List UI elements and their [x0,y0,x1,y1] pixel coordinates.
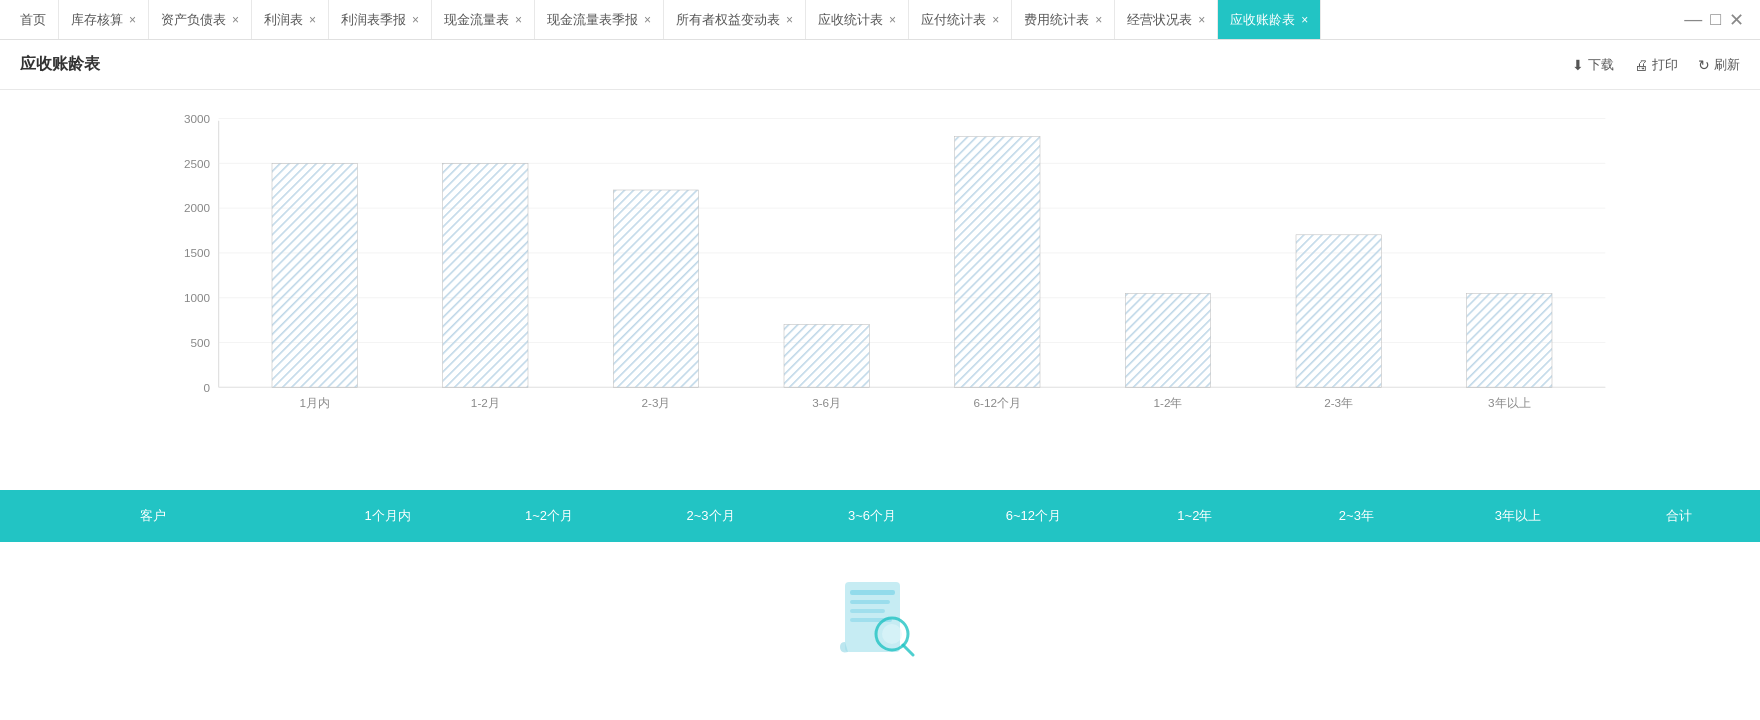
tab-cashflow-quarterly-label: 现金流量表季报 [547,11,638,29]
refresh-label: 刷新 [1714,56,1740,74]
tab-equity-label: 所有者权益变动表 [676,11,780,29]
tab-operation-label: 经营状况表 [1127,11,1192,29]
svg-text:3年以上: 3年以上 [1488,396,1531,409]
chart-area: 0 500 1000 1500 2000 2500 3000 1月内 [0,90,1760,490]
download-button[interactable]: ⬇ 下载 [1572,56,1614,74]
tab-receivable-stat-label: 应收统计表 [818,11,883,29]
tab-payable-stat-label: 应付统计表 [921,11,986,29]
svg-text:2-3年: 2-3年 [1324,396,1353,409]
empty-state [0,542,1760,672]
main-content: 0 500 1000 1500 2000 2500 3000 1月内 [0,90,1760,720]
tab-equity-close[interactable]: × [786,13,793,27]
col-2-3year: 2~3年 [1276,507,1437,525]
tab-cashflow-quarterly-close[interactable]: × [644,13,651,27]
print-label: 打印 [1652,56,1678,74]
window-actions: — □ ✕ [1684,9,1752,31]
svg-text:500: 500 [191,336,211,349]
tab-profit-close[interactable]: × [309,13,316,27]
tab-inventory-label: 库存核算 [71,11,123,29]
col-3plus-year: 3年以上 [1437,507,1598,525]
tab-home-label: 首页 [20,11,46,29]
tab-inventory[interactable]: 库存核算 × [59,0,149,40]
refresh-icon: ↻ [1698,57,1710,73]
svg-line-32 [903,645,913,655]
bar-3 [613,190,698,387]
svg-rect-26 [850,590,895,595]
col-3-6month: 3~6个月 [791,507,952,525]
svg-point-31 [882,624,902,644]
tab-profit-label: 利润表 [264,11,303,29]
svg-text:2500: 2500 [184,157,211,170]
col-total: 合计 [1599,507,1760,525]
col-6-12month: 6~12个月 [953,507,1114,525]
tab-expense-stat-label: 费用统计表 [1024,11,1089,29]
page-header: 应收账龄表 ⬇ 下载 🖨 打印 ↻ 刷新 [0,40,1760,90]
bar-2 [443,163,528,387]
svg-text:2000: 2000 [184,201,211,214]
svg-text:1-2月: 1-2月 [471,396,500,409]
col-1-2year: 1~2年 [1114,507,1275,525]
tab-receivable-stat[interactable]: 应收统计表 × [806,0,909,40]
page-actions: ⬇ 下载 🖨 打印 ↻ 刷新 [1572,56,1740,74]
download-label: 下载 [1588,56,1614,74]
tab-receivable-aging-label: 应收账龄表 [1230,11,1295,29]
tab-balance-sheet-close[interactable]: × [232,13,239,27]
tab-profit-quarterly[interactable]: 利润表季报 × [329,0,432,40]
svg-text:0: 0 [204,381,211,394]
bar-6 [1125,293,1210,387]
svg-text:6-12个月: 6-12个月 [974,396,1021,409]
bar-8 [1467,293,1552,387]
tab-cashflow-close[interactable]: × [515,13,522,27]
bar-1 [272,163,357,387]
refresh-button[interactable]: ↻ 刷新 [1698,56,1740,74]
tab-receivable-aging-close[interactable]: × [1301,13,1308,27]
tab-cashflow-quarterly[interactable]: 现金流量表季报 × [535,0,664,40]
tab-cashflow-label: 现金流量表 [444,11,509,29]
tab-profit-quarterly-label: 利润表季报 [341,11,406,29]
tab-operation[interactable]: 经营状况表 × [1115,0,1218,40]
minimize-button[interactable]: — [1684,9,1702,30]
bar-5 [955,137,1040,388]
print-icon: 🖨 [1634,57,1648,73]
tab-receivable-aging[interactable]: 应收账龄表 × [1218,0,1321,40]
tab-expense-stat[interactable]: 费用统计表 × [1012,0,1115,40]
tab-profit[interactable]: 利润表 × [252,0,329,40]
tab-profit-quarterly-close[interactable]: × [412,13,419,27]
download-icon: ⬇ [1572,57,1584,73]
close-button[interactable]: ✕ [1729,9,1744,31]
tab-payable-stat-close[interactable]: × [992,13,999,27]
svg-rect-27 [850,600,890,604]
tab-payable-stat[interactable]: 应付统计表 × [909,0,1012,40]
table-header: 客户 1个月内 1~2个月 2~3个月 3~6个月 6~12个月 1~2年 2~… [0,490,1760,542]
col-1-2month: 1~2个月 [468,507,629,525]
bar-7 [1296,235,1381,388]
col-1month: 1个月内 [307,507,468,525]
page-title: 应收账龄表 [20,54,100,75]
tab-balance-sheet[interactable]: 资产负债表 × [149,0,252,40]
svg-text:3-6月: 3-6月 [812,396,841,409]
tab-bar: 首页 库存核算 × 资产负债表 × 利润表 × 利润表季报 × 现金流量表 × … [0,0,1760,40]
svg-text:1-2年: 1-2年 [1154,396,1183,409]
svg-text:3000: 3000 [184,112,211,125]
svg-text:1500: 1500 [184,246,211,259]
tab-inventory-close[interactable]: × [129,13,136,27]
svg-text:1000: 1000 [184,291,211,304]
tab-equity[interactable]: 所有者权益变动表 × [664,0,806,40]
tab-home[interactable]: 首页 [8,0,59,40]
tab-balance-sheet-label: 资产负债表 [161,11,226,29]
col-2-3month: 2~3个月 [630,507,791,525]
tab-receivable-stat-close[interactable]: × [889,13,896,27]
empty-icon [830,572,930,672]
bar-4 [784,324,869,387]
tab-cashflow[interactable]: 现金流量表 × [432,0,535,40]
bar-chart: 0 500 1000 1500 2000 2500 3000 1月内 [30,110,1730,430]
maximize-button[interactable]: □ [1710,9,1721,30]
print-button[interactable]: 🖨 打印 [1634,56,1678,74]
tab-expense-stat-close[interactable]: × [1095,13,1102,27]
tab-operation-close[interactable]: × [1198,13,1205,27]
svg-text:1月内: 1月内 [299,396,330,409]
svg-rect-28 [850,609,885,613]
col-customer: 客户 [0,507,307,525]
svg-text:2-3月: 2-3月 [642,396,671,409]
